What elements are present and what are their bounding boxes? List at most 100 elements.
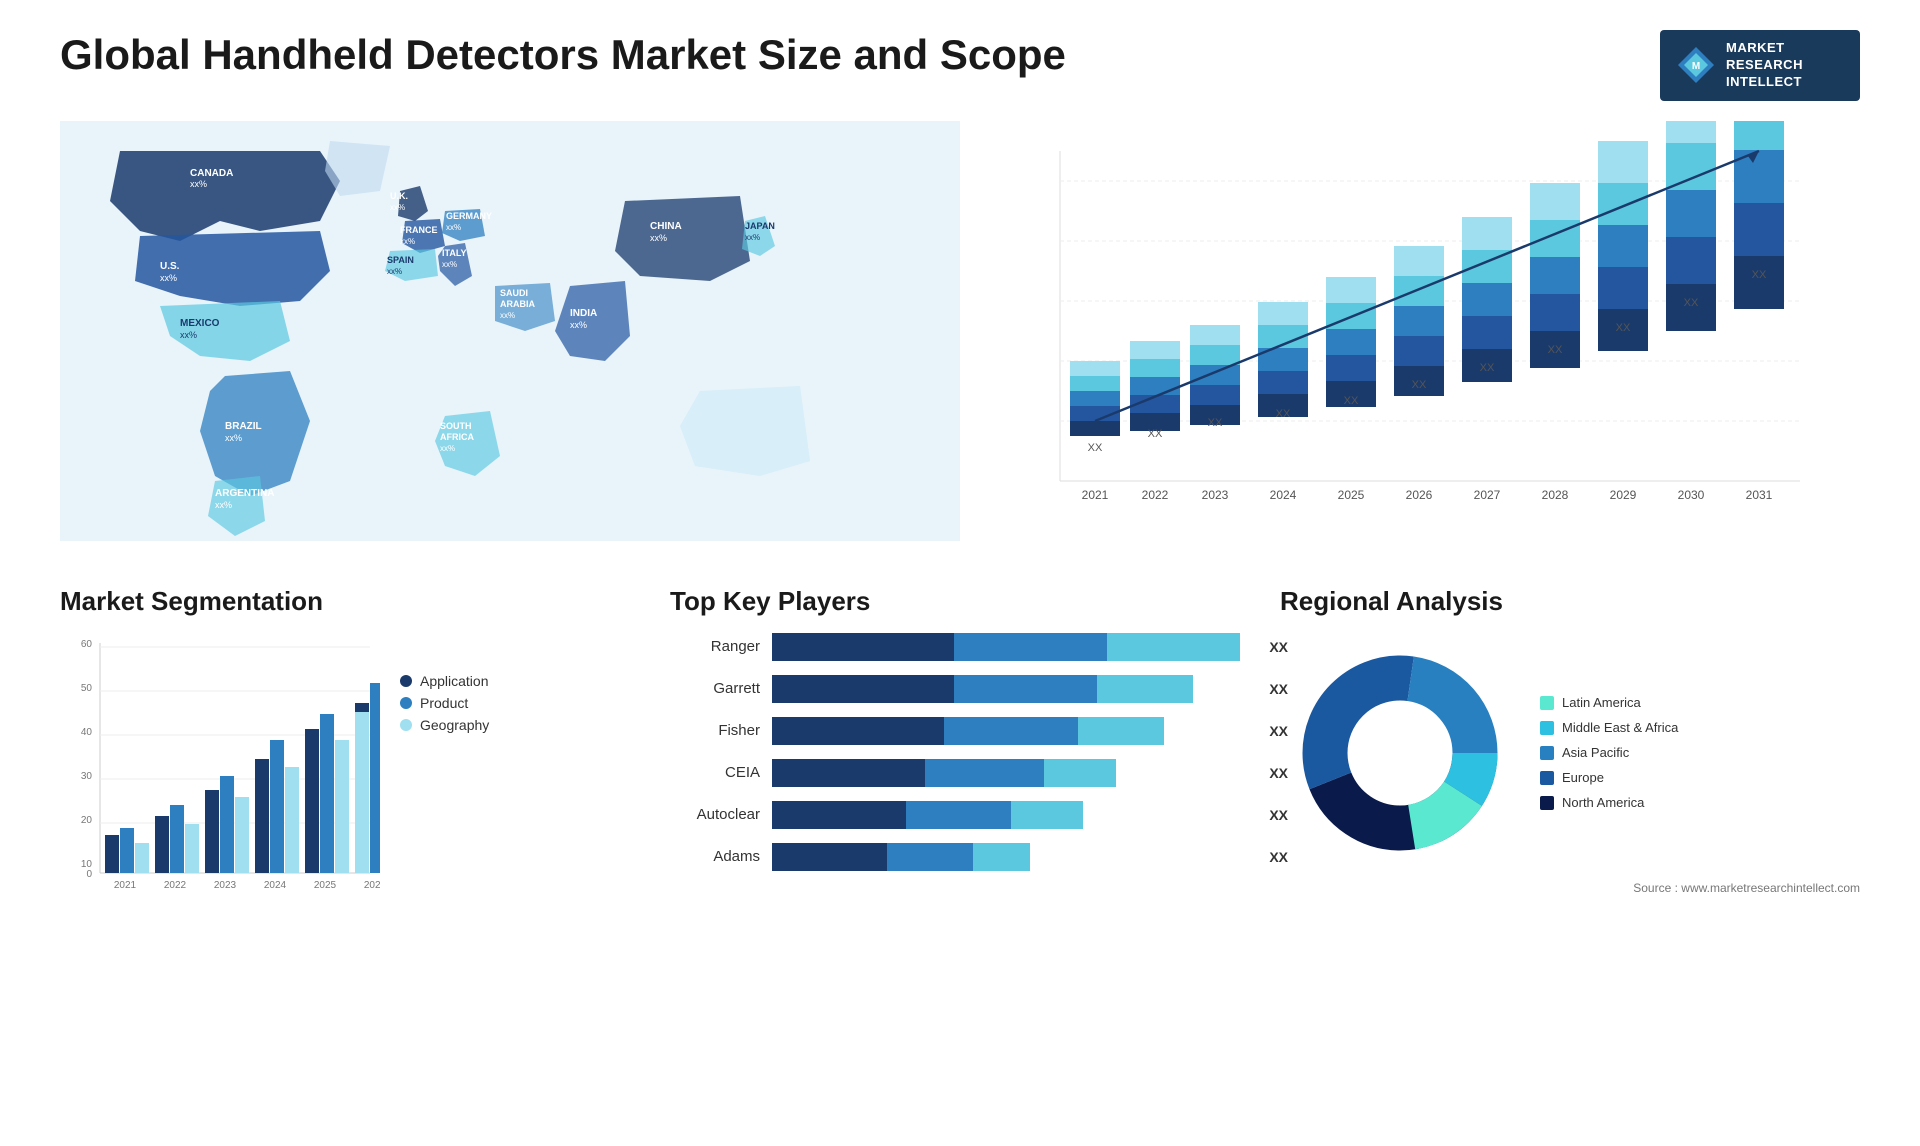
player-row-garrett: Garrett XX — [670, 675, 1250, 703]
svg-text:FRANCE: FRANCE — [400, 225, 438, 235]
world-map: CANADA xx% U.S. xx% MEXICO xx% BRAZIL xx… — [60, 121, 960, 541]
legend-label-application: Application — [420, 673, 489, 689]
segmentation-title: Market Segmentation — [60, 586, 640, 617]
donut-chart — [1280, 633, 1520, 873]
svg-text:50: 50 — [81, 683, 93, 694]
player-xx-autoclear: XX — [1269, 807, 1288, 823]
donut-container: Latin America Middle East & Africa Asia … — [1280, 633, 1860, 873]
page-container: Global Handheld Detectors Market Size an… — [0, 0, 1920, 1146]
svg-text:SPAIN: SPAIN — [387, 255, 414, 265]
segmentation-legend: Application Product Geography — [400, 673, 489, 733]
svg-text:MEXICO: MEXICO — [180, 318, 220, 329]
svg-text:2025: 2025 — [314, 880, 337, 891]
legend-europe: Europe — [1540, 770, 1678, 785]
svg-text:2021: 2021 — [1082, 488, 1109, 502]
legend-geography: Geography — [400, 717, 489, 733]
player-xx-fisher: XX — [1269, 723, 1288, 739]
svg-text:SAUDI: SAUDI — [500, 288, 528, 298]
svg-text:2026: 2026 — [364, 880, 380, 891]
svg-text:xx%: xx% — [190, 179, 207, 189]
svg-text:2021: 2021 — [114, 880, 137, 891]
player-xx-garrett: XX — [1269, 681, 1288, 697]
svg-text:xx%: xx% — [745, 233, 760, 242]
svg-text:xx%: xx% — [390, 203, 405, 212]
player-bar-adams: XX — [772, 843, 1250, 871]
svg-text:xx%: xx% — [650, 233, 667, 243]
svg-text:U.S.: U.S. — [160, 261, 180, 272]
legend-north-america: North America — [1540, 795, 1678, 810]
svg-text:40: 40 — [81, 727, 93, 738]
svg-text:2022: 2022 — [1142, 488, 1169, 502]
svg-text:BRAZIL: BRAZIL — [225, 421, 262, 432]
legend-label-north-america: North America — [1562, 795, 1644, 810]
svg-text:xx%: xx% — [570, 320, 587, 330]
svg-text:XX: XX — [1208, 417, 1223, 429]
player-bar-autoclear: XX — [772, 801, 1250, 829]
legend-label-geography: Geography — [420, 717, 489, 733]
legend-product: Product — [400, 695, 489, 711]
svg-text:INDIA: INDIA — [570, 308, 597, 319]
segmentation-section: Market Segmentation 60 50 40 30 20 10 0 — [60, 586, 640, 926]
header: Global Handheld Detectors Market Size an… — [60, 30, 1860, 101]
bottom-section: Market Segmentation 60 50 40 30 20 10 0 — [60, 586, 1860, 926]
top-section: CANADA xx% U.S. xx% MEXICO xx% BRAZIL xx… — [60, 121, 1860, 546]
page-title: Global Handheld Detectors Market Size an… — [60, 30, 1066, 80]
segmentation-chart: 60 50 40 30 20 10 0 — [60, 633, 380, 913]
map-section: CANADA xx% U.S. xx% MEXICO xx% BRAZIL xx… — [60, 121, 960, 546]
svg-text:xx%: xx% — [440, 444, 455, 453]
svg-text:ITALY: ITALY — [442, 248, 467, 258]
bar-chart-section: XX XX XX XX — [1000, 121, 1860, 546]
legend-application: Application — [400, 673, 489, 689]
svg-text:XX: XX — [1616, 322, 1631, 334]
svg-text:AFRICA: AFRICA — [440, 432, 474, 442]
logo-icon: M — [1676, 45, 1716, 85]
svg-text:xx%: xx% — [160, 273, 177, 283]
svg-text:20: 20 — [81, 815, 93, 826]
svg-text:SOUTH: SOUTH — [440, 421, 472, 431]
svg-text:2024: 2024 — [1270, 488, 1297, 502]
svg-text:XX: XX — [1276, 408, 1291, 420]
svg-text:XX: XX — [1684, 297, 1699, 309]
legend-dot-geography — [400, 719, 412, 731]
svg-text:ARGENTINA: ARGENTINA — [215, 488, 274, 499]
svg-text:60: 60 — [81, 639, 93, 650]
legend-label-europe: Europe — [1562, 770, 1604, 785]
bar-chart-svg: XX XX XX XX — [1000, 121, 1820, 541]
player-name-fisher: Fisher — [670, 722, 760, 739]
svg-text:XX: XX — [1148, 428, 1163, 440]
player-name-ceia: CEIA — [670, 764, 760, 781]
players-list: Ranger XX Garrett — [670, 633, 1250, 871]
svg-text:2030: 2030 — [1678, 488, 1705, 502]
logo: M MARKET RESEARCH INTELLECT — [1660, 30, 1860, 101]
svg-text:xx%: xx% — [387, 267, 402, 276]
legend-latin-america: Latin America — [1540, 695, 1678, 710]
svg-text:CHINA: CHINA — [650, 221, 682, 232]
svg-text:CANADA: CANADA — [190, 168, 233, 179]
svg-text:xx%: xx% — [500, 311, 515, 320]
legend-label-latin-america: Latin America — [1562, 695, 1641, 710]
player-name-autoclear: Autoclear — [670, 806, 760, 823]
logo-text: MARKET RESEARCH INTELLECT — [1726, 40, 1803, 91]
svg-text:xx%: xx% — [400, 237, 415, 246]
svg-text:2023: 2023 — [1202, 488, 1229, 502]
player-bar-ranger: XX — [772, 633, 1250, 661]
svg-text:U.K.: U.K. — [390, 191, 408, 201]
player-row-adams: Adams XX — [670, 843, 1250, 871]
legend-label-middle-east: Middle East & Africa — [1562, 720, 1678, 735]
legend-label-asia-pacific: Asia Pacific — [1562, 745, 1629, 760]
player-row-fisher: Fisher XX — [670, 717, 1250, 745]
player-bar-garrett: XX — [772, 675, 1250, 703]
legend-dot-product — [400, 697, 412, 709]
player-xx-adams: XX — [1269, 849, 1288, 865]
player-bar-fisher: XX — [772, 717, 1250, 745]
svg-text:2022: 2022 — [164, 880, 187, 891]
legend-middle-east: Middle East & Africa — [1540, 720, 1678, 735]
legend-dot-application — [400, 675, 412, 687]
svg-text:JAPAN: JAPAN — [745, 221, 775, 231]
player-xx-ranger: XX — [1269, 639, 1288, 655]
svg-text:xx%: xx% — [180, 330, 197, 340]
svg-text:xx%: xx% — [225, 433, 242, 443]
svg-text:2024: 2024 — [264, 880, 287, 891]
player-row-ranger: Ranger XX — [670, 633, 1250, 661]
svg-text:xx%: xx% — [442, 260, 457, 269]
